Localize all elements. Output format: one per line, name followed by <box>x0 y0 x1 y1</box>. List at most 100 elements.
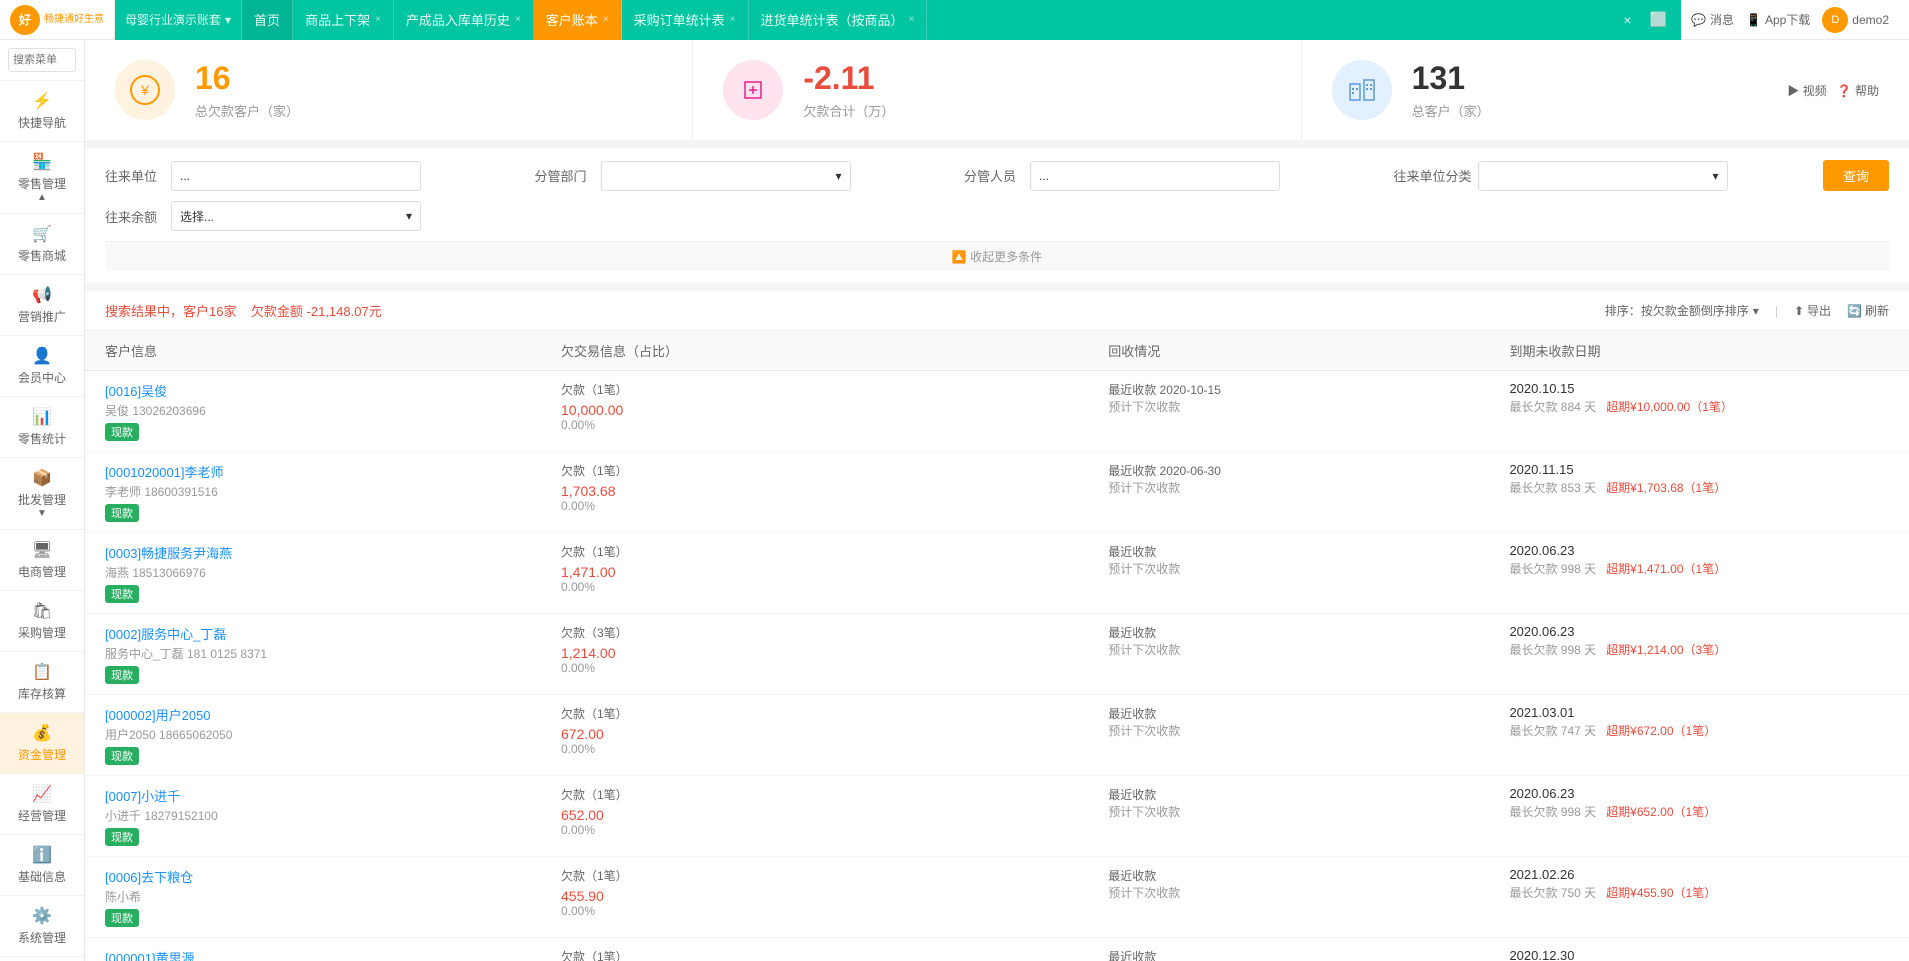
debt-amount-3[interactable]: 1,214.00 <box>561 645 1068 661</box>
user-avatar[interactable]: D demo2 <box>1822 7 1889 33</box>
overdue-link-4[interactable]: 超期¥672.00（1笔） <box>1606 724 1716 738</box>
customer-tag-6: 现款 <box>105 909 139 927</box>
debt-count-1: 欠款（1笔） <box>561 462 1068 479</box>
person-input[interactable]: ... <box>1030 161 1280 191</box>
cell-customer-6: [0006]去下粮仓 陈小希 现款 <box>85 857 541 938</box>
overdue-days-6: 最长欠款 750 天 超期¥455.90（1笔） <box>1509 884 1889 901</box>
purchase-icon: 🛍 <box>32 601 52 621</box>
close-icon[interactable]: × <box>730 14 736 25</box>
customer-name-3[interactable]: [0002]服务中心_丁磊 <box>105 624 521 643</box>
customer-name-1[interactable]: [0001020001]李老师 <box>105 462 521 481</box>
customer-name-4[interactable]: [000002]用户2050 <box>105 705 521 724</box>
tab-home[interactable]: 首页 <box>242 0 293 40</box>
window-max-btn[interactable]: ⬜ <box>1646 7 1671 32</box>
customer-name-2[interactable]: [0003]畅捷服务尹海燕 <box>105 543 521 562</box>
sidebar-item-basic-info[interactable]: ℹ️ 基础信息 <box>0 835 84 896</box>
sidebar-item-batch-mgmt[interactable]: 📦 批发管理 ▼ <box>0 458 84 530</box>
tab-purchase-order[interactable]: 采购订单统计表 × <box>622 0 749 40</box>
arrow-icon: ▲ <box>37 192 47 203</box>
sidebar-item-finance[interactable]: 💰 资金管理 <box>0 713 84 774</box>
stat-card-actions: ▶ 视频 ❓ 帮助 <box>1787 82 1879 99</box>
balance-filter: 往来余额 选择... ▾ <box>105 201 1889 231</box>
message-btn[interactable]: 💬 消息 <box>1691 11 1734 28</box>
sidebar-item-marketing[interactable]: 📢 营销推广 <box>0 275 84 336</box>
info-icon: ℹ️ <box>32 845 52 865</box>
overdue-link-1[interactable]: 超期¥1,703.68（1笔） <box>1606 481 1726 495</box>
next-collect-4: 预计下次收款 <box>1108 722 1469 739</box>
cell-due-4: 2021.03.01 最长欠款 747 天 超期¥672.00（1笔） <box>1489 695 1909 776</box>
marketing-icon: 📢 <box>32 285 52 305</box>
sidebar-item-system[interactable]: ⚙️ 系统管理 <box>0 896 84 957</box>
sidebar-item-retail-stats[interactable]: 📊 零售统计 <box>0 397 84 458</box>
balance-select[interactable]: 选择... ▾ <box>171 201 421 231</box>
video-btn[interactable]: ▶ 视频 <box>1787 82 1826 99</box>
debt-amount-2[interactable]: 1,471.00 <box>561 564 1068 580</box>
next-collect-3: 预计下次收款 <box>1108 641 1469 658</box>
sidebar-item-member[interactable]: 👤 会员中心 <box>0 336 84 397</box>
export-btn[interactable]: ⬆ 导出 <box>1794 302 1831 319</box>
sidebar-item-enterprise[interactable]: 🤝 企业协同 <box>0 957 84 961</box>
overdue-link-3[interactable]: 超期¥1,214.00（3笔） <box>1606 643 1726 657</box>
debt-amount-4[interactable]: 672.00 <box>561 726 1068 742</box>
top-bar: 好 畅捷通好生意 母婴行业演示账套 ▾ 首页 商品上下架 × <box>0 0 1909 40</box>
customer-phone-3: 服务中心_丁磊 181 0125 8371 <box>105 645 521 662</box>
debt-amount-6[interactable]: 455.90 <box>561 888 1068 904</box>
results-area: 搜索结果中，客户16家 欠款金额 -21,148.07元 排序：按欠款金额倒序排… <box>85 291 1909 961</box>
last-collect-6: 最近收款 <box>1108 867 1469 884</box>
sidebar-item-purchase[interactable]: 🛍 采购管理 <box>0 591 84 652</box>
debt-percent-0: 0.00% <box>561 418 1068 432</box>
debt-customers-count: 16 <box>195 60 299 97</box>
cell-debt-1: 欠款（1笔） 1,703.68 0.00% <box>541 452 1088 533</box>
cell-recovery-2: 最近收款 预计下次收款 <box>1088 533 1489 614</box>
help-btn[interactable]: ❓ 帮助 <box>1837 82 1879 99</box>
search-input[interactable] <box>8 48 76 72</box>
debt-amount-1[interactable]: 1,703.68 <box>561 483 1068 499</box>
sidebar-item-retail-mall[interactable]: 🛒 零售商城 <box>0 214 84 275</box>
customer-tag-0: 现款 <box>105 423 139 441</box>
collapse-bar[interactable]: 🔼 收起更多条件 <box>105 241 1889 271</box>
overdue-link-6[interactable]: 超期¥455.90（1笔） <box>1606 886 1716 900</box>
inventory-icon: 📋 <box>32 662 52 682</box>
customer-name-0[interactable]: [0016]吴俊 <box>105 381 521 400</box>
close-icon[interactable]: × <box>909 14 915 25</box>
tab-product-history[interactable]: 产成品入库单历史 × <box>394 0 534 40</box>
overdue-link-0[interactable]: 超期¥10,000.00（1笔） <box>1606 400 1733 414</box>
total-customers-icon <box>1332 60 1392 120</box>
sidebar-item-operations[interactable]: 📈 经营管理 <box>0 774 84 835</box>
tab-customer-account[interactable]: 客户账本 × <box>534 0 622 40</box>
cell-debt-3: 欠款（3笔） 1,214.00 0.00% <box>541 614 1088 695</box>
customer-name-7[interactable]: [000001]黄思源 <box>105 948 521 961</box>
finance-icon: 💰 <box>32 723 52 743</box>
query-button[interactable]: 查询 <box>1823 160 1889 191</box>
tab-product-online[interactable]: 商品上下架 × <box>293 0 394 40</box>
due-date-2: 2020.06.23 <box>1509 543 1889 558</box>
close-icon[interactable]: × <box>603 14 609 25</box>
tab-stock-summary[interactable]: 进货单统计表（按商品） × <box>749 0 928 40</box>
debt-amount-5[interactable]: 652.00 <box>561 807 1068 823</box>
data-table: 客户信息 欠交易信息（占比） 回收情况 到期未收款日期 <box>85 331 1909 961</box>
table-header-row: 客户信息 欠交易信息（占比） 回收情况 到期未收款日期 <box>85 331 1909 371</box>
close-icon[interactable]: × <box>375 14 381 25</box>
dept-select[interactable]: ▾ <box>601 161 851 191</box>
customer-name-6[interactable]: [0006]去下粮仓 <box>105 867 521 886</box>
overdue-link-5[interactable]: 超期¥652.00（1笔） <box>1606 805 1716 819</box>
logo-icon: 好 <box>10 5 40 35</box>
due-date-1: 2020.11.15 <box>1509 462 1889 477</box>
refresh-btn[interactable]: 🔄 刷新 <box>1847 302 1889 319</box>
sidebar-item-inventory[interactable]: 📋 库存核算 <box>0 652 84 713</box>
debt-amount-0[interactable]: 10,000.00 <box>561 402 1068 418</box>
sort-select[interactable]: 排序：按欠款金额倒序排序 ▾ <box>1605 302 1759 319</box>
sidebar-item-quick-nav[interactable]: ⚡ 快捷导航 <box>0 81 84 142</box>
window-close-btn[interactable]: × <box>1619 8 1635 32</box>
customer-name-5[interactable]: [0007]小进千 <box>105 786 521 805</box>
partner-class-select[interactable]: ▾ <box>1478 161 1728 191</box>
partner-class-filter: 往来单位分类 ▾ <box>1394 161 1808 191</box>
sidebar-item-ecommerce[interactable]: 🖥 电商管理 <box>0 530 84 591</box>
cell-recovery-5: 最近收款 预计下次收款 <box>1088 776 1489 857</box>
overdue-link-2[interactable]: 超期¥1,471.00（1笔） <box>1606 562 1726 576</box>
partner-input[interactable]: ... <box>171 161 421 191</box>
sidebar-item-retail-mgmt[interactable]: 🏪 零售管理 ▲ <box>0 142 84 214</box>
topbar-right: 💬 消息 📱 App下载 D demo2 <box>1681 7 1899 33</box>
close-icon[interactable]: × <box>515 14 521 25</box>
app-download-btn[interactable]: 📱 App下载 <box>1746 11 1810 28</box>
